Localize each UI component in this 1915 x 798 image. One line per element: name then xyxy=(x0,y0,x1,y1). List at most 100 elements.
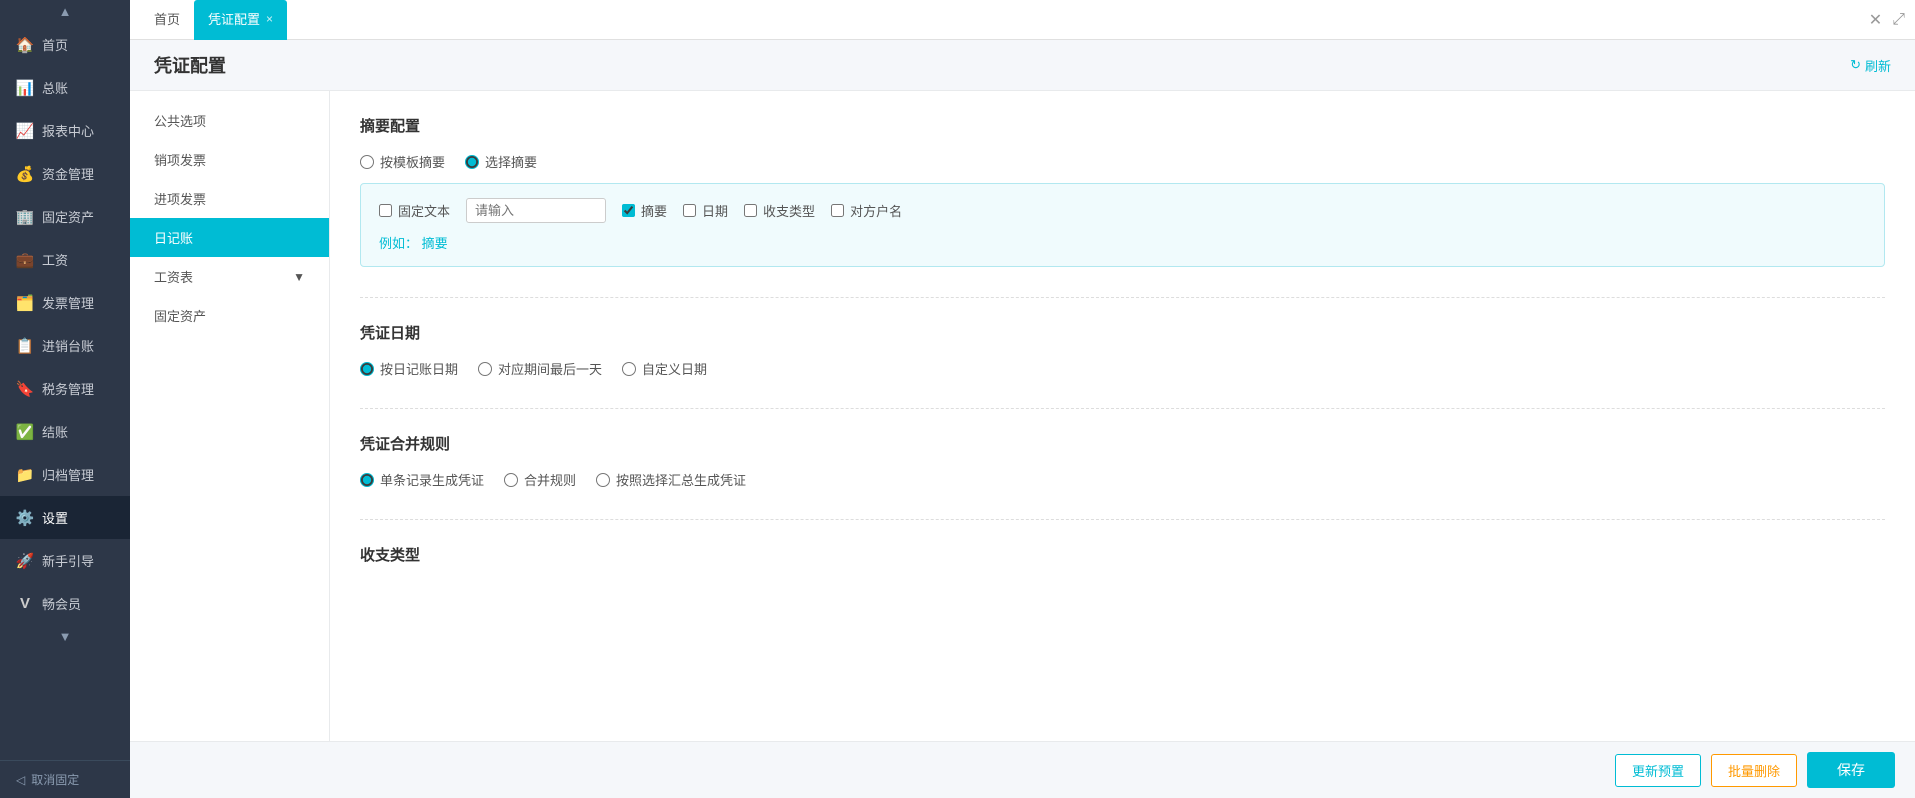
tab-bar: 首页 凭证配置 × ✕ ⤢ xyxy=(130,0,1915,40)
checkbox-fixed-text[interactable] xyxy=(379,204,392,217)
left-nav-journal[interactable]: 日记账 xyxy=(130,218,329,257)
update-preview-button[interactable]: 更新预置 xyxy=(1615,754,1701,787)
checkbox-fixed-text-label[interactable]: 固定文本 xyxy=(379,201,450,220)
archive-management-icon: 📁 xyxy=(16,466,34,484)
main-area: 首页 凭证配置 × ✕ ⤢ 凭证配置 ↻ 刷新 公共选项 xyxy=(130,0,1915,798)
radio-last-day[interactable] xyxy=(478,362,492,376)
radio-last-day-label[interactable]: 对应期间最后一天 xyxy=(478,359,602,378)
sidebar-item-invoice-management[interactable]: 🗂️ 发票管理 xyxy=(0,281,130,324)
sidebar-item-report-center[interactable]: 📈 报表中心 xyxy=(0,109,130,152)
cancel-fixed-label: 取消固定 xyxy=(31,771,79,788)
sidebar-item-fixed-assets[interactable]: 🏢 固定资产 xyxy=(0,195,130,238)
checkbox-other-name-text: 对方户名 xyxy=(850,201,902,220)
sidebar-item-label: 畅会员 xyxy=(42,594,81,613)
radio-merge[interactable] xyxy=(504,473,518,487)
page-content: 凭证配置 ↻ 刷新 公共选项 销项发票 进项发票 日记账 xyxy=(130,40,1915,798)
sidebar-item-label: 新手引导 xyxy=(42,551,94,570)
save-button[interactable]: 保存 xyxy=(1807,752,1895,788)
radio-custom-date-label[interactable]: 自定义日期 xyxy=(622,359,707,378)
checkbox-income-type-label[interactable]: 收支类型 xyxy=(744,201,815,220)
bottom-bar: 更新预置 批量删除 保存 xyxy=(130,741,1915,798)
tab-close-button[interactable]: ✕ xyxy=(1869,10,1882,30)
sidebar-item-home[interactable]: 🏠 首页 xyxy=(0,23,130,66)
right-panel: 摘要配置 按模板摘要 选择摘要 xyxy=(330,91,1915,741)
radio-by-journal-date[interactable] xyxy=(360,362,374,376)
voucher-merge-radio-group: 单条记录生成凭证 合并规则 按照选择汇总生成凭证 xyxy=(360,470,1885,489)
sidebar-item-label: 首页 xyxy=(42,35,68,54)
radio-by-journal-date-label[interactable]: 按日记账日期 xyxy=(360,359,458,378)
checkbox-abstract[interactable] xyxy=(622,204,635,217)
left-nav-purchase-invoice[interactable]: 进项发票 xyxy=(130,179,329,218)
checkbox-date[interactable] xyxy=(683,204,696,217)
radio-by-selection-label[interactable]: 按照选择汇总生成凭证 xyxy=(596,470,746,489)
left-nav-fixed-assets[interactable]: 固定资产 xyxy=(130,296,329,335)
sidebar-item-archive-management[interactable]: 📁 归档管理 xyxy=(0,453,130,496)
sidebar-scroll-down[interactable]: ▼ xyxy=(0,625,130,648)
left-nav-sales-invoice[interactable]: 销项发票 xyxy=(130,140,329,179)
sidebar-scroll-up[interactable]: ▲ xyxy=(0,0,130,23)
checkbox-income-type[interactable] xyxy=(744,204,757,217)
page-title: 凭证配置 xyxy=(154,52,226,78)
sidebar-cancel-fixed[interactable]: ◁ 取消固定 xyxy=(0,760,130,798)
sidebar-item-purchase-sales[interactable]: 📋 进销台账 xyxy=(0,324,130,367)
tab-home-label: 首页 xyxy=(154,9,180,28)
sidebar-item-payroll[interactable]: 💼 工资 xyxy=(0,238,130,281)
radio-select-text: 选择摘要 xyxy=(485,152,537,171)
sidebar-item-vip[interactable]: V 畅会员 xyxy=(0,582,130,625)
refresh-icon: ↻ xyxy=(1850,57,1861,73)
radio-last-day-text: 对应期间最后一天 xyxy=(498,359,602,378)
sidebar-item-label: 总账 xyxy=(42,78,68,97)
radio-single[interactable] xyxy=(360,473,374,487)
voucher-merge-section: 凭证合并规则 单条记录生成凭证 合并规则 按照选择汇总生成凭证 xyxy=(360,433,1885,489)
sidebar-item-label: 发票管理 xyxy=(42,293,94,312)
sidebar-item-capital-management[interactable]: 💰 资金管理 xyxy=(0,152,130,195)
abstract-config-box: 固定文本 摘要 日期 xyxy=(360,183,1885,267)
voucher-date-radio-group: 按日记账日期 对应期间最后一天 自定义日期 xyxy=(360,359,1885,378)
abstract-text-input[interactable] xyxy=(466,198,606,223)
sidebar: ▲ 🏠 首页 📊 总账 📈 报表中心 💰 资金管理 🏢 固定资产 💼 工资 🗂️… xyxy=(0,0,130,798)
radio-by-template-label[interactable]: 按模板摘要 xyxy=(360,152,445,171)
capital-management-icon: 💰 xyxy=(16,165,34,183)
radio-select-label[interactable]: 选择摘要 xyxy=(465,152,537,171)
left-nav-payroll-table[interactable]: 工资表 ▼ xyxy=(130,257,329,296)
tab-home[interactable]: 首页 xyxy=(140,0,194,40)
tax-management-icon: 🔖 xyxy=(16,380,34,398)
settlement-icon: ✅ xyxy=(16,423,34,441)
radio-merge-label[interactable]: 合并规则 xyxy=(504,470,576,489)
sidebar-item-tax-management[interactable]: 🔖 税务管理 xyxy=(0,367,130,410)
sidebar-item-label: 固定资产 xyxy=(42,207,94,226)
checkbox-abstract-label[interactable]: 摘要 xyxy=(622,201,667,220)
tab-close-icon[interactable]: × xyxy=(266,12,273,26)
radio-custom-date[interactable] xyxy=(622,362,636,376)
refresh-button[interactable]: ↻ 刷新 xyxy=(1850,56,1891,75)
left-nav: 公共选项 销项发票 进项发票 日记账 工资表 ▼ 固定资产 xyxy=(130,91,330,741)
tab-resize-button[interactable]: ⤢ xyxy=(1892,11,1905,29)
tab-bar-actions: ✕ ⤢ xyxy=(1869,10,1905,30)
radio-single-text: 单条记录生成凭证 xyxy=(380,470,484,489)
left-nav-payroll-table-label: 工资表 xyxy=(154,267,193,286)
chevron-down-icon: ▼ xyxy=(293,270,305,284)
checkbox-date-label[interactable]: 日期 xyxy=(683,201,728,220)
sidebar-item-label: 进销台账 xyxy=(42,336,94,355)
radio-by-template[interactable] xyxy=(360,155,374,169)
sidebar-item-beginner-guide[interactable]: 🚀 新手引导 xyxy=(0,539,130,582)
left-nav-public-options[interactable]: 公共选项 xyxy=(130,101,329,140)
radio-select[interactable] xyxy=(465,155,479,169)
divider-2 xyxy=(360,408,1885,409)
radio-custom-date-text: 自定义日期 xyxy=(642,359,707,378)
general-ledger-icon: 📊 xyxy=(16,79,34,97)
sidebar-item-settlement[interactable]: ✅ 结账 xyxy=(0,410,130,453)
sidebar-item-settings[interactable]: ⚙️ 设置 xyxy=(0,496,130,539)
left-nav-public-options-label: 公共选项 xyxy=(154,111,206,130)
radio-merge-text: 合并规则 xyxy=(524,470,576,489)
radio-single-label[interactable]: 单条记录生成凭证 xyxy=(360,470,484,489)
left-nav-fixed-assets-label: 固定资产 xyxy=(154,306,206,325)
batch-delete-button[interactable]: 批量删除 xyxy=(1711,754,1797,787)
left-nav-purchase-invoice-label: 进项发票 xyxy=(154,189,206,208)
tab-voucher-config[interactable]: 凭证配置 × xyxy=(194,0,287,40)
sidebar-item-general-ledger[interactable]: 📊 总账 xyxy=(0,66,130,109)
checkbox-other-name[interactable] xyxy=(831,204,844,217)
radio-by-selection[interactable] xyxy=(596,473,610,487)
tab-voucher-config-label: 凭证配置 xyxy=(208,9,260,28)
checkbox-other-name-label[interactable]: 对方户名 xyxy=(831,201,902,220)
